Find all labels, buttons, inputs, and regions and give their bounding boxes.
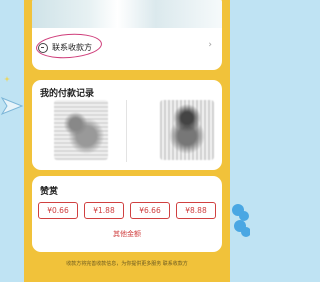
records-card: 我的付款记录	[32, 80, 222, 170]
chevron-right-icon[interactable]: ›	[208, 40, 212, 50]
payment-record-image-1[interactable]	[54, 100, 108, 160]
star-icon	[4, 76, 10, 82]
other-amount-link[interactable]: 其他金额	[32, 229, 222, 239]
contact-label: 联系收款方	[52, 43, 92, 52]
tip-card: 赞赏 ¥0.66 ¥1.88 ¥6.66 ¥8.88 其他金额	[32, 176, 222, 252]
records-divider	[126, 100, 127, 162]
tip-title: 赞赏	[40, 187, 59, 197]
footer-text: 收款方将完善收款信息，为你提供更多服务 联系收款方	[66, 261, 188, 267]
chat-icon	[38, 42, 48, 53]
payment-record-image-2[interactable]	[160, 100, 214, 160]
main-panel: 联系收款方 › 我的付款记录 赞赏 ¥0.66 ¥1.88 ¥6.66 ¥8.8…	[24, 0, 230, 282]
amount-options: ¥0.66 ¥1.88 ¥6.66 ¥8.88	[38, 202, 216, 219]
paper-plane-icon	[0, 96, 24, 116]
amount-button[interactable]: ¥0.66	[38, 202, 78, 219]
contact-row[interactable]: 联系收款方	[38, 42, 92, 53]
amount-button[interactable]: ¥6.66	[130, 202, 170, 219]
contact-card: 联系收款方 ›	[32, 0, 222, 70]
amount-button[interactable]: ¥8.88	[176, 202, 216, 219]
amount-button[interactable]: ¥1.88	[84, 202, 124, 219]
records-title: 我的付款记录	[40, 89, 95, 99]
banner-strip	[32, 0, 222, 28]
